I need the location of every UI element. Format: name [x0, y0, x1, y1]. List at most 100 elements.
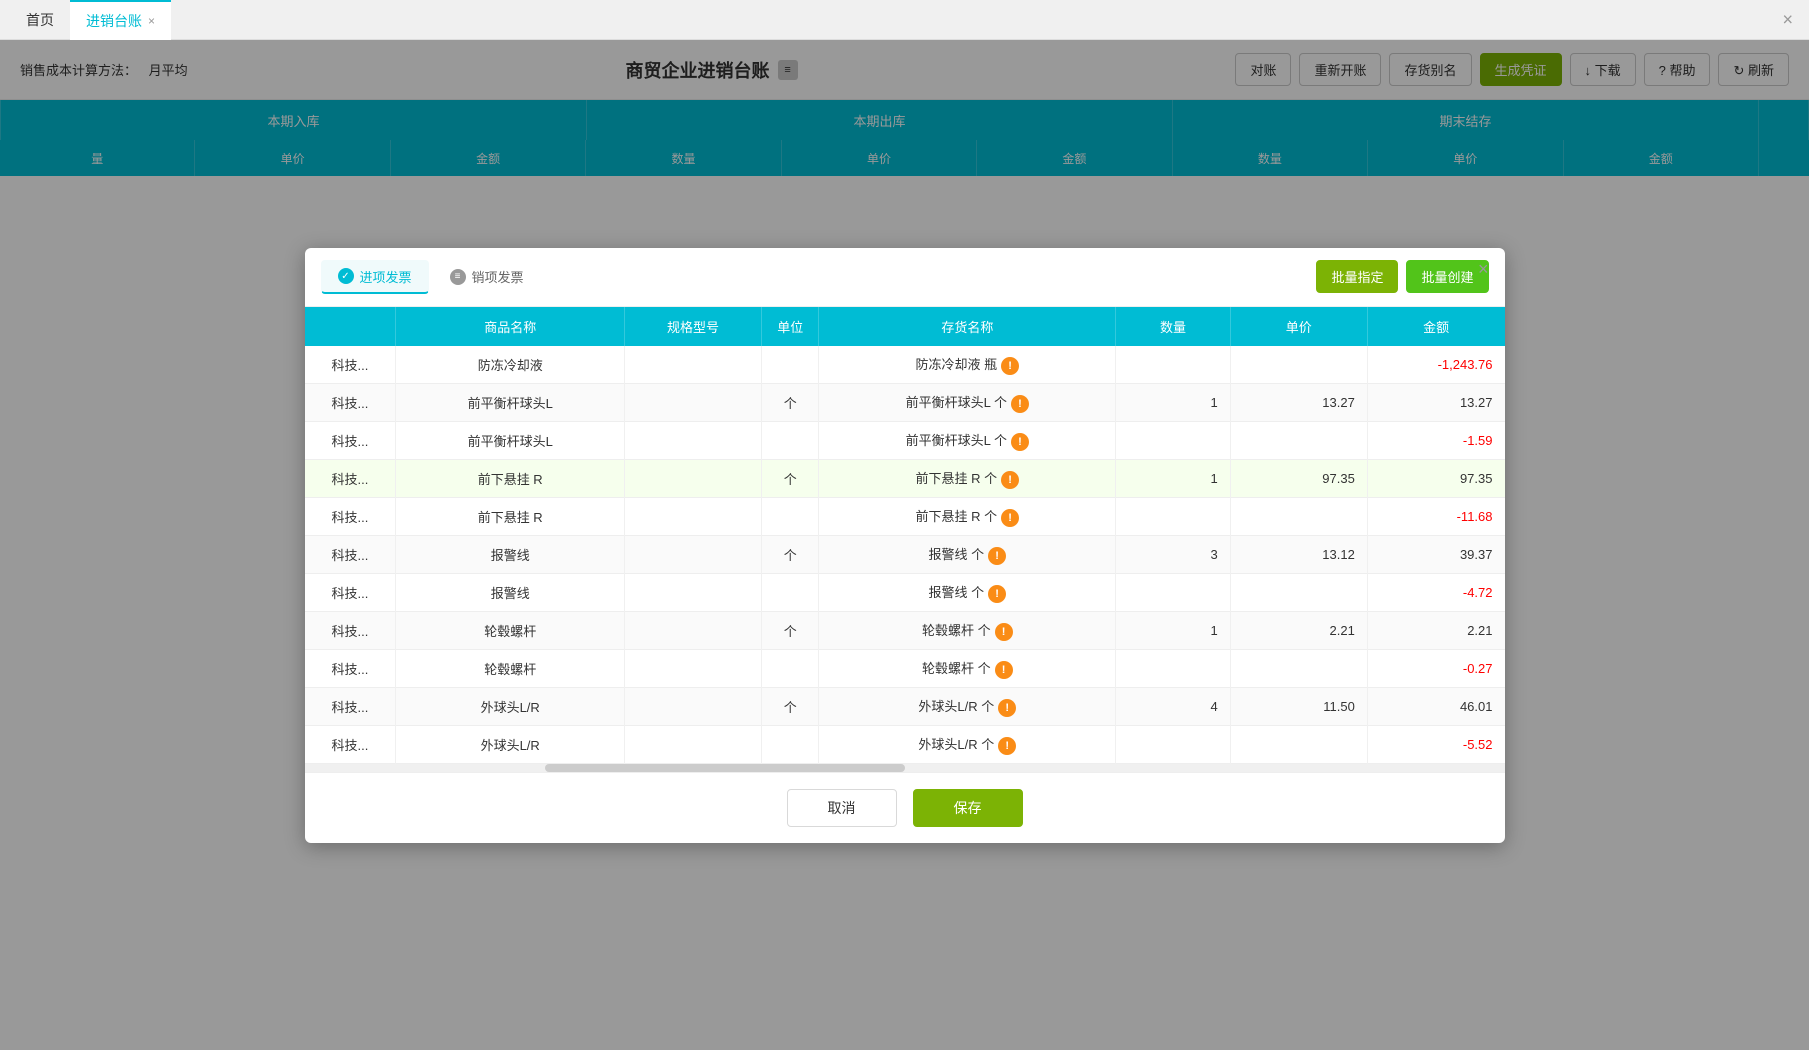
table-cell [1230, 346, 1367, 384]
table-cell: 科技... [305, 383, 396, 421]
table-cell [762, 421, 819, 459]
table-cell [762, 497, 819, 535]
table-cell [624, 346, 761, 384]
table-row: 科技...外球头L/R个外球头L/R 个!411.5046.01 [305, 687, 1505, 725]
modal-scrollbar[interactable] [305, 764, 1505, 772]
jinxiang-tab-label: 进项发票 [360, 267, 412, 286]
table-cell [1230, 421, 1367, 459]
modal-footer: 取消 保存 [305, 772, 1505, 843]
save-button[interactable]: 保存 [913, 789, 1023, 827]
table-cell: 个 [762, 459, 819, 497]
table-cell: 防冻冷却液 [396, 346, 625, 384]
table-cell [762, 725, 819, 763]
tab-bar: 首页 进销台账 × × [0, 0, 1809, 40]
modal-dialog: ✓ 进项发票 ≡ 销项发票 批量指定 批量创建 × [305, 248, 1505, 843]
table-cell [1230, 573, 1367, 611]
table-cell: 个 [762, 687, 819, 725]
table-row: 科技...报警线报警线 个!-4.72 [305, 573, 1505, 611]
window-close-icon[interactable]: × [1782, 9, 1793, 30]
warning-icon[interactable]: ! [1011, 433, 1029, 451]
th-spec: 规格型号 [624, 307, 761, 346]
table-cell: 科技... [305, 725, 396, 763]
modal-close-icon[interactable]: × [1478, 260, 1489, 278]
table-row: 科技...报警线个报警线 个!313.1239.37 [305, 535, 1505, 573]
table-cell [1116, 346, 1230, 384]
table-cell: -1,243.76 [1367, 346, 1504, 384]
table-cell [1230, 649, 1367, 687]
table-cell[interactable]: 外球头L/R 个! [819, 725, 1116, 763]
table-cell: 科技... [305, 497, 396, 535]
table-cell: -11.68 [1367, 497, 1504, 535]
table-cell: 13.12 [1230, 535, 1367, 573]
tab-jinxiao[interactable]: 进销台账 × [70, 0, 171, 40]
table-cell[interactable]: 前平衡杆球头L 个! [819, 421, 1116, 459]
table-cell: -1.59 [1367, 421, 1504, 459]
modal-table-wrapper[interactable]: 商品名称 规格型号 单位 存货名称 数量 单价 金额 科技...防冻冷却液防冻冷… [305, 307, 1505, 764]
warning-icon[interactable]: ! [1001, 357, 1019, 375]
warning-icon[interactable]: ! [995, 661, 1013, 679]
warning-icon[interactable]: ! [1001, 509, 1019, 527]
th-company [305, 307, 396, 346]
table-cell: 轮毂螺杆 [396, 649, 625, 687]
tab-xiaoxiang[interactable]: ≡ 销项发票 [433, 260, 541, 293]
warning-icon[interactable]: ! [1001, 471, 1019, 489]
table-cell[interactable]: 前下悬挂 R 个! [819, 459, 1116, 497]
table-row: 科技...前下悬挂 R个前下悬挂 R 个!197.3597.35 [305, 459, 1505, 497]
xiaoxiang-tab-icon: ≡ [450, 269, 466, 285]
batch-create-button[interactable]: 批量创建 [1406, 260, 1488, 293]
warning-icon[interactable]: ! [995, 623, 1013, 641]
table-cell[interactable]: 轮毂螺杆 个! [819, 611, 1116, 649]
table-cell[interactable]: 报警线 个! [819, 535, 1116, 573]
table-cell[interactable]: 前平衡杆球头L 个! [819, 383, 1116, 421]
table-cell: 97.35 [1230, 459, 1367, 497]
modal-table: 商品名称 规格型号 单位 存货名称 数量 单价 金额 科技...防冻冷却液防冻冷… [305, 307, 1505, 764]
table-cell: 科技... [305, 421, 396, 459]
main-content: 销售成本计算方法： 月平均 商贸企业进销台账 ≡ 对账 重新开账 存货别名 生成… [0, 40, 1809, 1050]
table-cell [1116, 725, 1230, 763]
table-cell [624, 649, 761, 687]
table-cell: 个 [762, 611, 819, 649]
table-row: 科技...轮毂螺杆轮毂螺杆 个!-0.27 [305, 649, 1505, 687]
table-cell: 1 [1116, 459, 1230, 497]
th-price: 单价 [1230, 307, 1367, 346]
table-row: 科技...轮毂螺杆个轮毂螺杆 个!12.212.21 [305, 611, 1505, 649]
warning-icon[interactable]: ! [988, 585, 1006, 603]
table-row: 科技...前平衡杆球头L 前平衡杆球头L 个! -1.59 [305, 421, 1505, 459]
table-cell: 13.27 [1230, 383, 1367, 421]
table-cell [624, 459, 761, 497]
table-cell: 1 [1116, 611, 1230, 649]
table-cell: 科技... [305, 611, 396, 649]
table-cell [624, 497, 761, 535]
th-amount: 金额 [1367, 307, 1504, 346]
table-cell [1116, 497, 1230, 535]
table-cell: 前平衡杆球头L [396, 421, 625, 459]
table-cell[interactable]: 防冻冷却液 瓶! [819, 346, 1116, 384]
warning-icon[interactable]: ! [998, 699, 1016, 717]
tab-home[interactable]: 首页 [10, 0, 70, 40]
warning-icon[interactable]: ! [1011, 395, 1029, 413]
tab-home-label: 首页 [26, 10, 54, 30]
table-cell[interactable]: 轮毂螺杆 个! [819, 649, 1116, 687]
tab-jinxiang[interactable]: ✓ 进项发票 [321, 260, 429, 294]
table-cell [762, 346, 819, 384]
table-cell [762, 573, 819, 611]
batch-assign-button[interactable]: 批量指定 [1316, 260, 1398, 293]
table-cell: 外球头L/R [396, 725, 625, 763]
table-cell[interactable]: 前下悬挂 R 个! [819, 497, 1116, 535]
table-cell: 报警线 [396, 573, 625, 611]
modal-tabs: ✓ 进项发票 ≡ 销项发票 [321, 260, 541, 294]
modal-header: ✓ 进项发票 ≡ 销项发票 批量指定 批量创建 × [305, 248, 1505, 307]
table-cell [1116, 649, 1230, 687]
table-cell: 97.35 [1367, 459, 1504, 497]
warning-icon[interactable]: ! [988, 547, 1006, 565]
table-cell[interactable]: 外球头L/R 个! [819, 687, 1116, 725]
table-cell: 前下悬挂 R [396, 459, 625, 497]
table-cell: 科技... [305, 649, 396, 687]
tab-close-icon[interactable]: × [148, 14, 155, 28]
warning-icon[interactable]: ! [998, 737, 1016, 755]
table-cell[interactable]: 报警线 个! [819, 573, 1116, 611]
th-unit: 单位 [762, 307, 819, 346]
cancel-button[interactable]: 取消 [787, 789, 897, 827]
table-cell: -4.72 [1367, 573, 1504, 611]
table-cell [1230, 725, 1367, 763]
